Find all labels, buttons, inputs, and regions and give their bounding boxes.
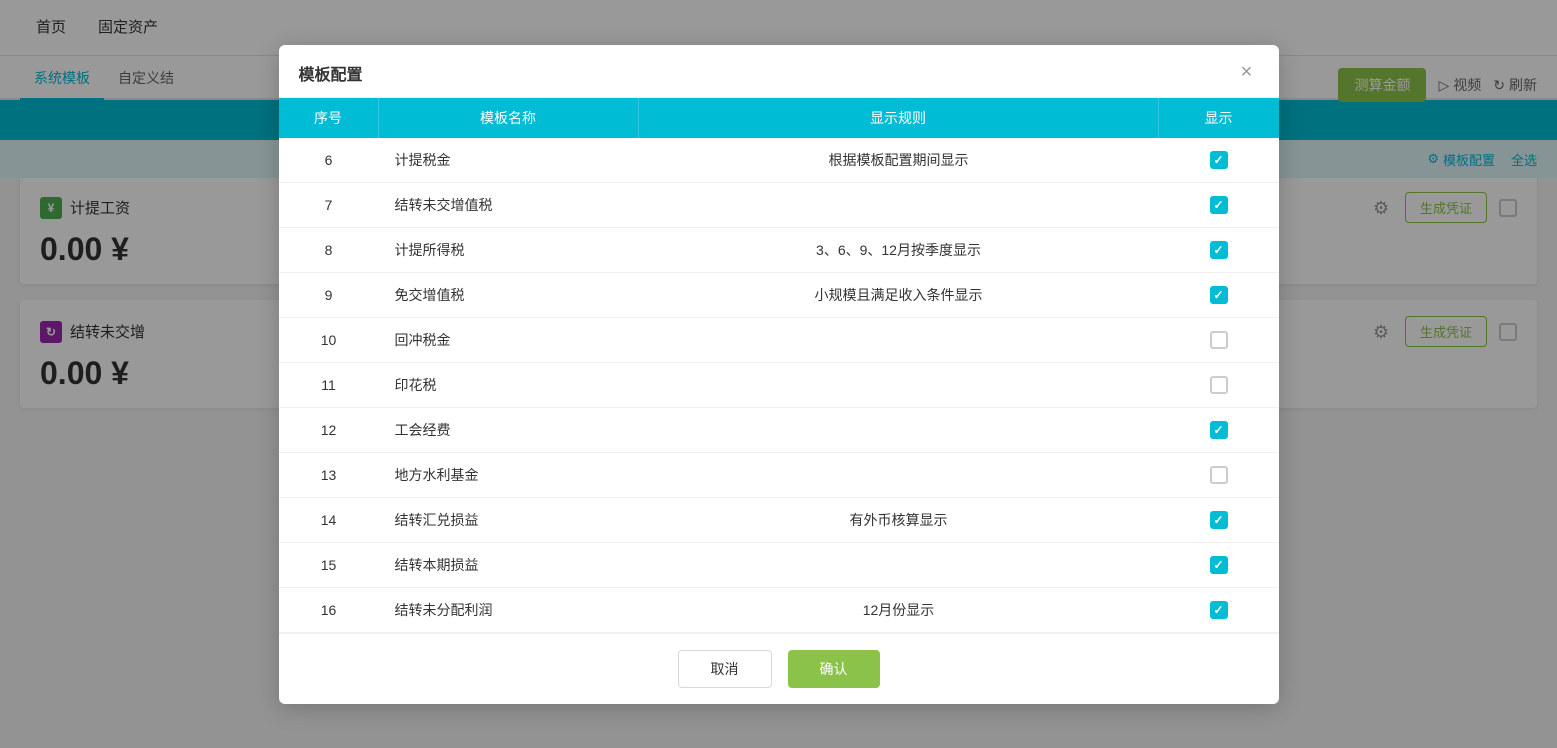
checkbox-row-8[interactable]	[1210, 511, 1228, 529]
cell-rule-8: 有外币核算显示	[639, 498, 1159, 542]
cell-rule-10: 12月份显示	[639, 588, 1159, 632]
cell-name-4: 回冲税金	[379, 318, 639, 362]
cell-rule-5	[639, 373, 1159, 397]
modal-footer: 取消 确认	[279, 633, 1279, 704]
table-row: 7 结转未交增值税	[279, 183, 1279, 228]
cell-check-7	[1159, 454, 1279, 496]
modal-table-body: 6 计提税金 根据模板配置期间显示 7 结转未交增值税 8 计提所得税 3、6、…	[279, 138, 1279, 633]
modal-header: 模板配置 ×	[279, 45, 1279, 98]
cell-name-6: 工会经费	[379, 408, 639, 452]
cell-name-0: 计提税金	[379, 138, 639, 182]
cell-check-8	[1159, 499, 1279, 541]
modal-overlay: 模板配置 × 序号 模板名称 显示规则 显示 6 计提税金 根据模板配置期间显示…	[0, 0, 1557, 748]
table-row: 13 地方水利基金	[279, 453, 1279, 498]
cell-rule-4	[639, 328, 1159, 352]
confirm-button[interactable]: 确认	[788, 650, 880, 688]
cell-check-9	[1159, 544, 1279, 586]
cell-name-8: 结转汇兑损益	[379, 498, 639, 542]
col-header-index: 序号	[279, 98, 379, 138]
cell-index-5: 11	[279, 365, 379, 405]
table-row: 10 回冲税金	[279, 318, 1279, 363]
table-row: 8 计提所得税 3、6、9、12月按季度显示	[279, 228, 1279, 273]
cell-index-4: 10	[279, 320, 379, 360]
checkbox-row-2[interactable]	[1210, 241, 1228, 259]
template-config-modal: 模板配置 × 序号 模板名称 显示规则 显示 6 计提税金 根据模板配置期间显示…	[279, 45, 1279, 704]
cell-name-9: 结转本期损益	[379, 543, 639, 587]
cell-index-9: 15	[279, 545, 379, 585]
checkbox-row-6[interactable]	[1210, 421, 1228, 439]
checkbox-row-10[interactable]	[1210, 601, 1228, 619]
cell-check-4	[1159, 319, 1279, 361]
cell-check-0	[1159, 139, 1279, 181]
cell-name-5: 印花税	[379, 363, 639, 407]
cell-index-10: 16	[279, 590, 379, 630]
cell-check-3	[1159, 274, 1279, 316]
table-row: 11 印花税	[279, 363, 1279, 408]
cell-check-1	[1159, 184, 1279, 226]
table-row: 12 工会经费	[279, 408, 1279, 453]
cell-check-6	[1159, 409, 1279, 451]
cell-index-7: 13	[279, 455, 379, 495]
modal-title: 模板配置	[299, 61, 363, 85]
cell-check-5	[1159, 364, 1279, 406]
cell-rule-3: 小规模且满足收入条件显示	[639, 273, 1159, 317]
cell-rule-6	[639, 418, 1159, 442]
table-row: 6 计提税金 根据模板配置期间显示	[279, 138, 1279, 183]
table-row: 14 结转汇兑损益 有外币核算显示	[279, 498, 1279, 543]
cell-name-2: 计提所得税	[379, 228, 639, 272]
col-header-display: 显示	[1159, 98, 1279, 138]
modal-close-button[interactable]: ×	[1235, 61, 1259, 85]
cell-index-0: 6	[279, 140, 379, 180]
cell-index-8: 14	[279, 500, 379, 540]
cell-name-7: 地方水利基金	[379, 453, 639, 497]
table-row: 15 结转本期损益	[279, 543, 1279, 588]
col-header-rule: 显示规则	[639, 98, 1159, 138]
cell-rule-7	[639, 463, 1159, 487]
cell-check-2	[1159, 229, 1279, 271]
cell-rule-0: 根据模板配置期间显示	[639, 138, 1159, 182]
checkbox-row-4[interactable]	[1210, 331, 1228, 349]
table-row: 9 免交增值税 小规模且满足收入条件显示	[279, 273, 1279, 318]
cell-rule-1	[639, 193, 1159, 217]
checkbox-row-1[interactable]	[1210, 196, 1228, 214]
cell-index-3: 9	[279, 275, 379, 315]
cell-name-3: 免交增值税	[379, 273, 639, 317]
table-row: 16 结转未分配利润 12月份显示	[279, 588, 1279, 633]
cell-rule-2: 3、6、9、12月按季度显示	[639, 228, 1159, 272]
checkbox-row-0[interactable]	[1210, 151, 1228, 169]
cell-check-10	[1159, 589, 1279, 631]
cell-index-1: 7	[279, 185, 379, 225]
checkbox-row-3[interactable]	[1210, 286, 1228, 304]
col-header-name: 模板名称	[379, 98, 639, 138]
cell-name-10: 结转未分配利润	[379, 588, 639, 632]
cell-index-2: 8	[279, 230, 379, 270]
checkbox-row-9[interactable]	[1210, 556, 1228, 574]
table-header: 序号 模板名称 显示规则 显示	[279, 98, 1279, 138]
cell-index-6: 12	[279, 410, 379, 450]
checkbox-row-5[interactable]	[1210, 376, 1228, 394]
checkbox-row-7[interactable]	[1210, 466, 1228, 484]
cancel-button[interactable]: 取消	[678, 650, 772, 688]
cell-rule-9	[639, 553, 1159, 577]
cell-name-1: 结转未交增值税	[379, 183, 639, 227]
